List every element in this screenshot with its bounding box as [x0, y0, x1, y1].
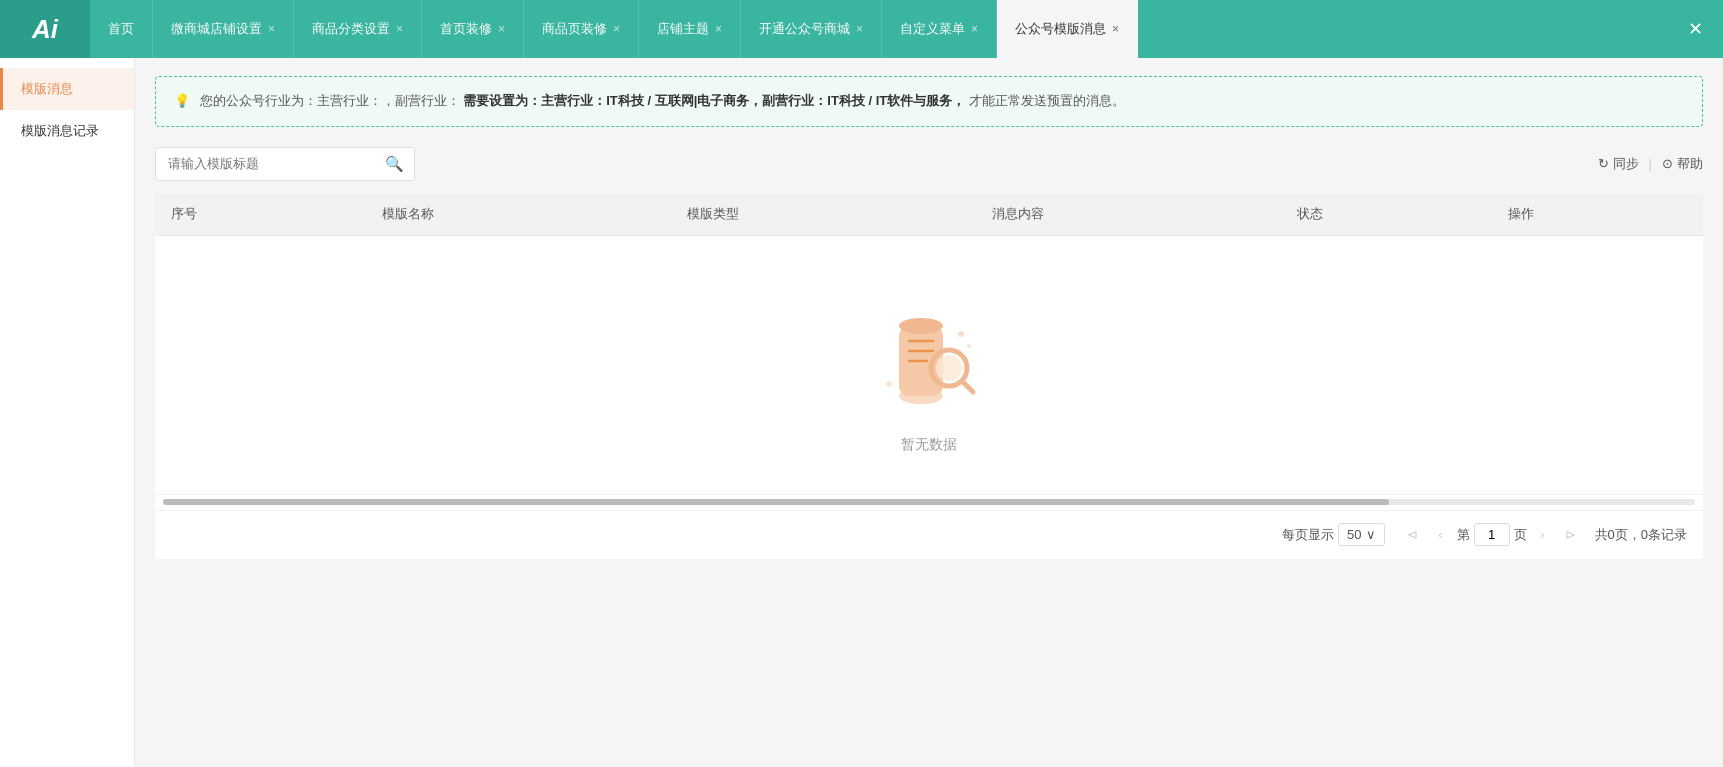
close-tab-template-msg[interactable]: × [1112, 22, 1119, 36]
close-tab-product-category[interactable]: × [396, 22, 403, 36]
page-nav: ⊲ ‹ 第 页 › ⊳ 共0页，0条记录 [1401, 523, 1687, 547]
toolbar: 🔍 ↻ 同步 | ⊙ 帮助 [155, 147, 1703, 181]
search-input[interactable] [156, 149, 375, 178]
sidebar-item-template-msg[interactable]: 模版消息 [0, 68, 134, 110]
svg-point-11 [886, 381, 892, 387]
scrollbar-thumb [163, 499, 1389, 505]
nav-tabs: 首页 微商城店铺设置 × 商品分类设置 × 首页装修 × 商品页装修 × 店铺主… [90, 0, 1668, 58]
sync-icon: ↻ [1598, 156, 1609, 171]
nav-tab-template-msg[interactable]: 公众号模版消息 × [997, 0, 1138, 58]
empty-state: 暂无数据 [155, 236, 1703, 494]
first-page-button[interactable]: ⊲ [1401, 523, 1425, 547]
sidebar-item-template-msg-record[interactable]: 模版消息记录 [0, 110, 134, 152]
close-tab-open-public-shop[interactable]: × [856, 22, 863, 36]
nav-tab-shop-theme[interactable]: 店铺主题 × [639, 0, 741, 58]
nav-tab-product-decor[interactable]: 商品页装修 × [524, 0, 639, 58]
col-header-type: 模版类型 [671, 193, 976, 236]
nav-tab-home[interactable]: 首页 [90, 0, 153, 58]
close-tab-home-decor[interactable]: × [498, 22, 505, 36]
sidebar: 模版消息 模版消息记录 [0, 58, 135, 767]
help-button[interactable]: ⊙ 帮助 [1662, 155, 1703, 173]
col-header-index: 序号 [155, 193, 366, 236]
svg-point-10 [967, 344, 971, 348]
svg-line-8 [962, 381, 973, 392]
toolbar-right: ↻ 同步 | ⊙ 帮助 [1598, 155, 1703, 173]
page-label-before: 第 [1457, 526, 1470, 544]
pagination: 每页显示 50 ∨ ⊲ ‹ 第 页 › ⊳ 共0页，0条记录 [155, 510, 1703, 559]
page-input[interactable] [1474, 523, 1510, 546]
close-tab-wshop-setting[interactable]: × [268, 22, 275, 36]
empty-text: 暂无数据 [901, 436, 957, 454]
total-info: 共0页，0条记录 [1595, 526, 1687, 544]
empty-state-icon [869, 296, 989, 416]
page-size-value: 50 [1347, 527, 1361, 542]
lightbulb-icon: 💡 [174, 93, 190, 108]
sync-button[interactable]: ↻ 同步 [1598, 155, 1639, 173]
svg-point-2 [899, 318, 943, 334]
search-button[interactable]: 🔍 [375, 148, 414, 180]
close-tab-product-decor[interactable]: × [613, 22, 620, 36]
col-header-status: 状态 [1281, 193, 1492, 236]
next-page-button[interactable]: › [1531, 523, 1555, 547]
page-label-after: 页 [1514, 526, 1527, 544]
nav-tab-open-public-shop[interactable]: 开通公众号商城 × [741, 0, 882, 58]
col-header-name: 模版名称 [366, 193, 671, 236]
info-text-prefix: 您的公众号行业为：主营行业：，副营行业： [200, 93, 460, 108]
page-size-label: 每页显示 [1282, 526, 1334, 544]
table-empty-row: 暂无数据 [155, 235, 1703, 494]
page-size-dropdown[interactable]: 50 ∨ [1338, 523, 1384, 546]
info-text-suffix: 才能正常发送预置的消息。 [969, 93, 1125, 108]
search-box: 🔍 [155, 147, 415, 181]
col-header-action: 操作 [1492, 193, 1703, 236]
nav-tab-home-decor[interactable]: 首页装修 × [422, 0, 524, 58]
nav-tab-custom-menu[interactable]: 自定义菜单 × [882, 0, 997, 58]
content-area: 💡 您的公众号行业为：主营行业：，副营行业： 需要设置为：主营行业：IT科技 /… [135, 58, 1723, 767]
data-table: 序号 模版名称 模版类型 消息内容 状态 操作 [155, 193, 1703, 494]
close-all-button[interactable]: ✕ [1668, 0, 1723, 58]
nav-tab-product-category[interactable]: 商品分类设置 × [294, 0, 422, 58]
close-tab-shop-theme[interactable]: × [715, 22, 722, 36]
info-banner: 💡 您的公众号行业为：主营行业：，副营行业： 需要设置为：主营行业：IT科技 /… [155, 76, 1703, 127]
divider: | [1649, 156, 1652, 171]
svg-point-9 [958, 331, 964, 337]
close-tab-custom-menu[interactable]: × [971, 22, 978, 36]
prev-page-button[interactable]: ‹ [1429, 523, 1453, 547]
scrollbar-area[interactable] [155, 494, 1703, 510]
logo: Ai [0, 0, 90, 58]
info-text-highlight: 需要设置为：主营行业：IT科技 / 互联网|电子商务，副营行业：IT科技 / I… [463, 93, 965, 108]
col-header-content: 消息内容 [976, 193, 1281, 236]
main-layout: 模版消息 模版消息记录 💡 您的公众号行业为：主营行业：，副营行业： 需要设置为… [0, 58, 1723, 767]
table-header-row: 序号 模版名称 模版类型 消息内容 状态 操作 [155, 193, 1703, 236]
page-size-select: 每页显示 50 ∨ [1282, 523, 1384, 546]
top-nav: Ai 首页 微商城店铺设置 × 商品分类设置 × 首页装修 × 商品页装修 × … [0, 0, 1723, 58]
last-page-button[interactable]: ⊳ [1559, 523, 1583, 547]
nav-tab-wshop-setting[interactable]: 微商城店铺设置 × [153, 0, 294, 58]
scrollbar-track [163, 499, 1695, 505]
help-icon: ⊙ [1662, 156, 1673, 171]
svg-point-7 [936, 355, 962, 381]
dropdown-arrow-icon: ∨ [1366, 527, 1376, 542]
